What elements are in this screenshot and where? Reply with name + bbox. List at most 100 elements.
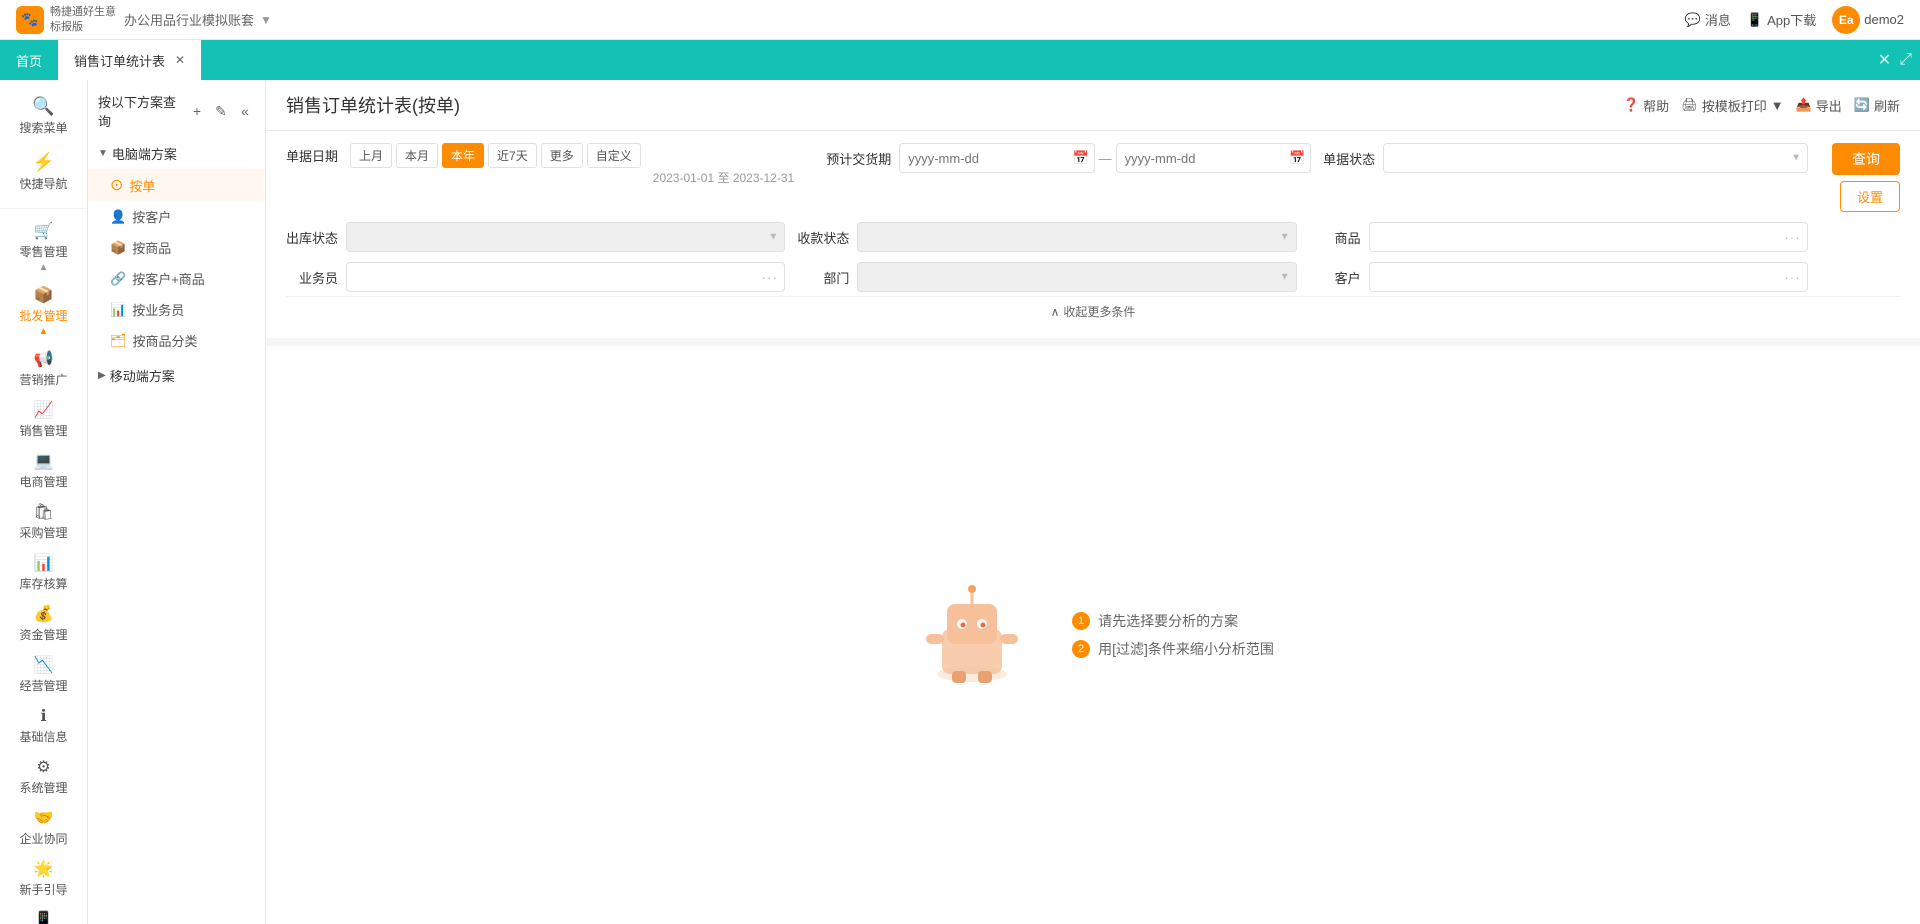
- retail-arrow: ▲: [39, 262, 49, 273]
- sidebar-item-marketing[interactable]: 📢 营销推广: [0, 343, 87, 394]
- scheme-item-by-product[interactable]: 📦 按商品: [88, 232, 265, 263]
- sidebar-item-ecommerce[interactable]: 💻 电商管理: [0, 445, 87, 496]
- scheme-item-by-order-icon: ⊙: [110, 175, 123, 195]
- date-btn-this-year[interactable]: 本年: [442, 143, 484, 168]
- search-menu-icon: 🔍: [32, 96, 54, 117]
- sidebar-item-app[interactable]: 📱 应用中心: [0, 904, 87, 924]
- empty-state-content: 1 请先选择要分析的方案 2 用[过滤]条件来缩小分析范围: [912, 574, 1274, 697]
- salesman-label: 业务员: [286, 268, 338, 287]
- sidebar-label-retail: 零售管理: [19, 243, 67, 260]
- collapse-btn[interactable]: ∧ 收起更多条件: [286, 296, 1900, 326]
- dept-label: 部门: [797, 268, 849, 287]
- sidebar-item-retail[interactable]: 🛒 零售管理 ▲: [0, 215, 87, 279]
- logo-area: 🐾 畅捷通好生意 标报版: [16, 5, 116, 34]
- scheme-item-by-order-label: 按单: [129, 176, 155, 195]
- sidebar-item-sales[interactable]: 📈 销售管理: [0, 394, 87, 445]
- sales-icon: 📈: [34, 400, 54, 420]
- product-input[interactable]: [1369, 222, 1808, 252]
- top-bar: 🐾 畅捷通好生意 标报版 办公用品行业模拟账套 ▼ 💬 消息 📱 App下载 E…: [0, 0, 1920, 40]
- tab-close-all-icon[interactable]: ✕: [1878, 50, 1891, 70]
- scheme-item-by-prod-cat[interactable]: 🗂 按商品分类: [88, 325, 265, 356]
- tip-num-1: 1: [1072, 612, 1090, 630]
- content-area: 按以下方案查询 + ✎ « ▼ 电脑端方案 ⊙ 按单 👤: [88, 80, 1920, 924]
- payment-status-select[interactable]: [857, 222, 1296, 252]
- message-btn[interactable]: 💬 消息: [1685, 10, 1731, 29]
- tab-home[interactable]: 首页: [0, 40, 58, 80]
- scheme-item-by-customer[interactable]: 👤 按客户: [88, 201, 265, 232]
- sidebar-item-search-menu[interactable]: 🔍 搜索菜单: [0, 88, 87, 144]
- query-btn[interactable]: 查询: [1832, 143, 1900, 175]
- date-btn-prev-month[interactable]: 上月: [350, 143, 392, 168]
- scheme-group-pc-header[interactable]: ▼ 电脑端方案: [88, 138, 265, 169]
- sidebar-item-ops[interactable]: 📉 经营管理: [0, 649, 87, 700]
- tab-sales-order-stat[interactable]: 销售订单统计表 ✕: [58, 40, 201, 80]
- customer-label: 客户: [1309, 268, 1361, 287]
- out-status-label: 出库状态: [286, 228, 338, 247]
- sidebar-item-enterprise[interactable]: 🤝 企业协同: [0, 802, 87, 853]
- wholesale-icon: 📦: [34, 285, 54, 305]
- sidebar-item-wholesale[interactable]: 📦 批发管理 ▲: [0, 279, 87, 343]
- user-area[interactable]: Ea demo2: [1832, 6, 1904, 34]
- date-btn-custom[interactable]: 自定义: [587, 143, 641, 168]
- retail-icon: 🛒: [34, 221, 54, 241]
- scheme-add-btn[interactable]: +: [187, 101, 207, 121]
- sidebar-label-finance: 资金管理: [19, 626, 67, 643]
- export-icon: 📤: [1796, 97, 1812, 113]
- marketing-icon: 📢: [34, 349, 54, 369]
- sidebar-label-sys: 系统管理: [19, 779, 67, 796]
- scheme-collapse-btn[interactable]: «: [235, 101, 255, 121]
- scheme-edit-btn[interactable]: ✎: [211, 101, 231, 121]
- page-header-actions: ❓ 帮助 🖨 按模板打印 ▼ 📤 导出 🔄: [1623, 96, 1900, 115]
- print-btn[interactable]: 🖨 按模板打印 ▼: [1681, 96, 1783, 115]
- scheme-item-by-product-icon: 📦: [110, 240, 126, 256]
- tab-expand-icon[interactable]: ⤢: [1899, 51, 1912, 69]
- status-select[interactable]: [1383, 143, 1808, 173]
- date-btn-more[interactable]: 更多: [541, 143, 583, 168]
- salesman-input[interactable]: [346, 262, 785, 292]
- sidebar-item-finance[interactable]: 💰 资金管理: [0, 598, 87, 649]
- dept-select[interactable]: [857, 262, 1296, 292]
- breadcrumb-area[interactable]: 办公用品行业模拟账套 ▼: [124, 10, 272, 29]
- help-btn[interactable]: ❓ 帮助: [1623, 96, 1669, 115]
- enterprise-icon: 🤝: [34, 808, 54, 828]
- sidebar-item-newbie[interactable]: 🌟 新手引导: [0, 853, 87, 904]
- sidebar-item-sys[interactable]: ⚙ 系统管理: [0, 751, 87, 802]
- out-status-select[interactable]: [346, 222, 785, 252]
- predict-date-to-input[interactable]: [1116, 143, 1311, 173]
- settings-btn[interactable]: 设置: [1840, 181, 1900, 212]
- app-download-btn[interactable]: 📱 App下载: [1747, 10, 1816, 29]
- sidebar-item-quick-nav[interactable]: ⚡ 快捷导航: [0, 144, 87, 200]
- scheme-item-by-prod-cat-icon: 🗂: [110, 333, 127, 349]
- scheme-item-by-order[interactable]: ⊙ 按单: [88, 169, 265, 201]
- page-title: 销售订单统计表(按单): [286, 92, 460, 118]
- export-btn[interactable]: 📤 导出: [1796, 96, 1842, 115]
- sidebar-item-inventory[interactable]: 📊 库存核算: [0, 547, 87, 598]
- scheme-group-mobile: ▶ 移动端方案: [88, 360, 265, 391]
- scheme-group-pc-label: 电脑端方案: [112, 144, 177, 163]
- predict-date-to[interactable]: 📅: [1116, 143, 1311, 173]
- sidebar-item-purchase[interactable]: 🛍 采购管理: [0, 496, 87, 547]
- print-arrow: ▼: [1771, 98, 1784, 113]
- scheme-item-by-customer-icon: 👤: [110, 209, 126, 225]
- breadcrumb-label: 办公用品行业模拟账套: [124, 10, 254, 29]
- refresh-btn[interactable]: 🔄 刷新: [1854, 96, 1900, 115]
- date-btn-last7[interactable]: 近7天: [488, 143, 537, 168]
- breadcrumb-arrow: ▼: [260, 13, 272, 27]
- sidebar-item-basic[interactable]: ℹ 基础信息: [0, 700, 87, 751]
- scheme-group-pc-arrow: ▼: [98, 148, 108, 159]
- page-header-row: 销售订单统计表(按单) ❓ 帮助 🖨 按模板打印 ▼ 📤: [286, 92, 1900, 118]
- scheme-item-by-salesman[interactable]: 📊 按业务员: [88, 294, 265, 325]
- basic-icon: ℹ: [40, 706, 46, 726]
- date-buttons: 上月 本月 本年 近7天 更多 自定义: [350, 143, 641, 168]
- scheme-group-mobile-header[interactable]: ▶ 移动端方案: [88, 360, 265, 391]
- sidebar-label-purchase: 采购管理: [19, 524, 67, 541]
- predict-date-from-input[interactable]: [899, 143, 1094, 173]
- ops-icon: 📉: [34, 655, 54, 675]
- tab-close-icon[interactable]: ✕: [175, 53, 185, 67]
- payment-status-label: 收款状态: [797, 228, 849, 247]
- date-btn-this-month[interactable]: 本月: [396, 143, 438, 168]
- customer-input[interactable]: [1369, 262, 1808, 292]
- scheme-item-by-cust-prod[interactable]: 🔗 按客户+商品: [88, 263, 265, 294]
- predict-date-from[interactable]: 📅: [899, 143, 1094, 173]
- sidebar-top: 🔍 搜索菜单 ⚡ 快捷导航: [0, 80, 87, 209]
